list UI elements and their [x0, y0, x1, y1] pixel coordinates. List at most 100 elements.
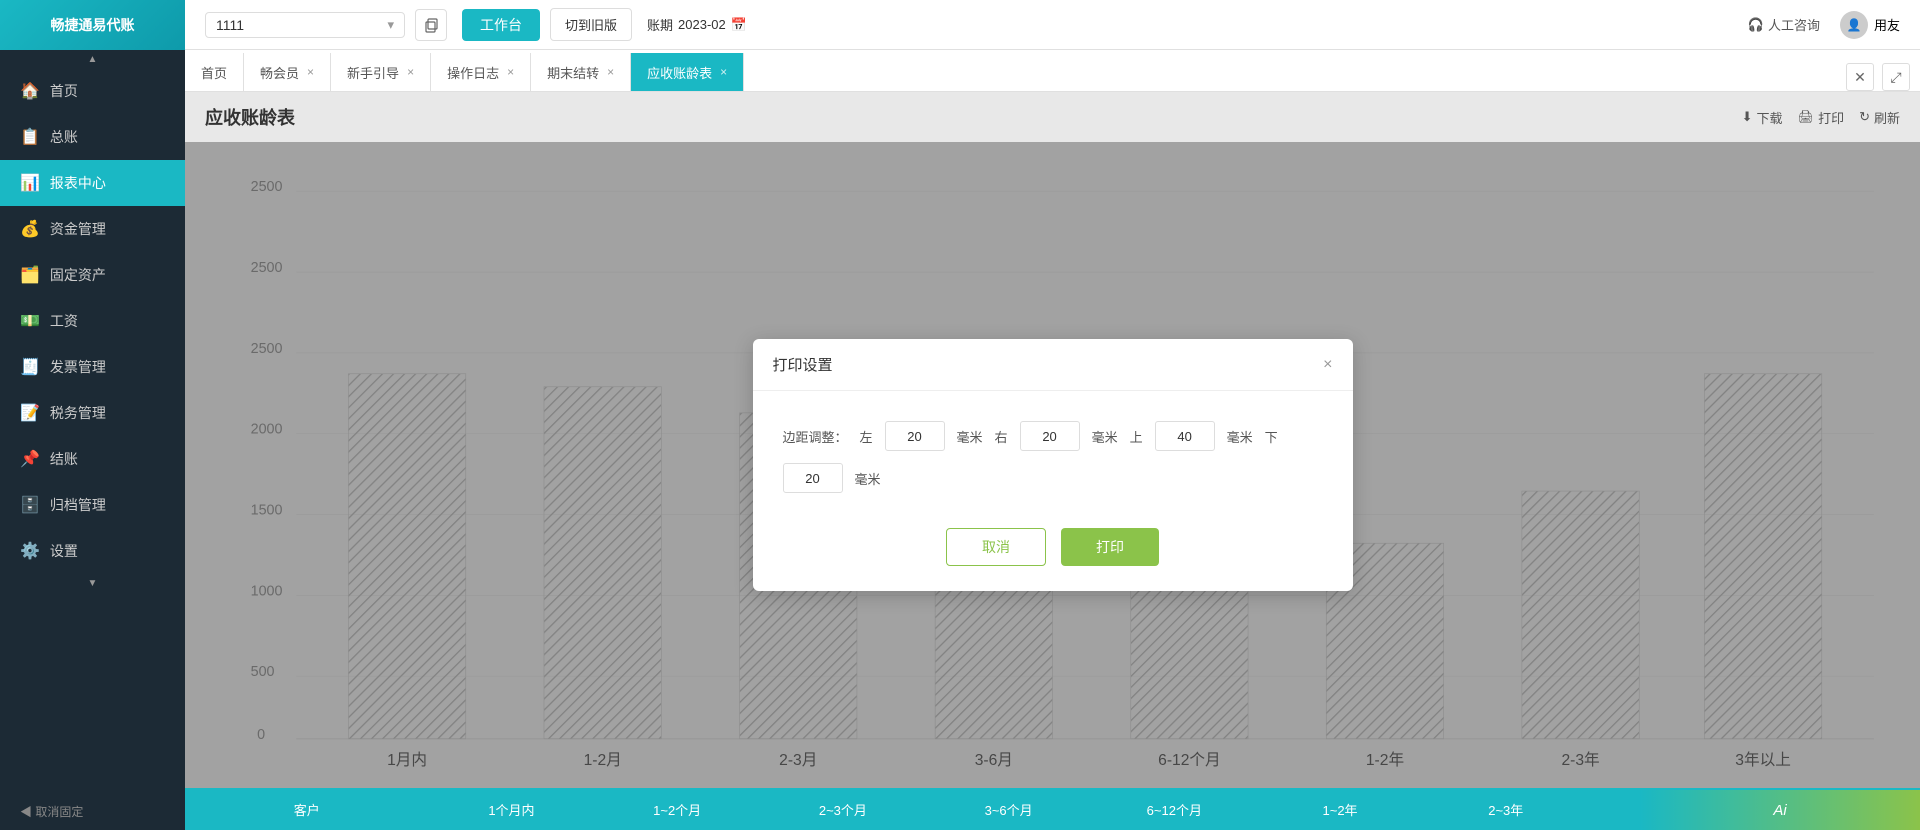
tab-home[interactable]: 首页 — [185, 53, 244, 91]
left-dir-label: 左 — [860, 427, 873, 446]
sidebar-item-label: 资金管理 — [50, 219, 106, 239]
download-label: 下载 — [1757, 108, 1783, 127]
sidebar-item-label: 首页 — [50, 81, 78, 101]
modal-title: 打印设置 — [773, 354, 833, 375]
tax-icon: 📝 — [20, 403, 40, 423]
refresh-icon: ↻ — [1859, 109, 1870, 125]
page-actions: ⬇ 下载 🖨 打印 ↻ 刷新 — [1742, 108, 1900, 127]
col-1-2month: 1~2个月 — [594, 800, 760, 819]
right-margin-input[interactable] — [1020, 421, 1080, 451]
user-area[interactable]: 👤 用友 — [1840, 11, 1900, 39]
closing-icon: 📌 — [20, 449, 40, 469]
sidebar-item-label: 工资 — [50, 311, 78, 331]
tab-period-end[interactable]: 期末结转 × — [531, 53, 631, 91]
avatar-icon: 👤 — [1847, 18, 1862, 32]
settings-icon: ⚙️ — [20, 541, 40, 561]
tab-close-member[interactable]: × — [307, 65, 314, 79]
top-unit-label: 毫米 — [1227, 427, 1253, 446]
tab-close-period-end[interactable]: × — [607, 65, 614, 79]
tab-label: 新手引导 — [347, 63, 399, 82]
main-layout: ▲ 🏠 首页 📋 总账 📊 报表中心 💰 资金管理 🗂️ 固定资产 💵 工资 🧾… — [0, 50, 1920, 830]
sidebar-item-ledger[interactable]: 📋 总账 — [0, 114, 185, 160]
tab-close-receivable[interactable]: × — [720, 65, 727, 79]
margin-label: 边距调整： — [783, 427, 848, 446]
calendar-icon[interactable]: 📅 — [731, 17, 747, 33]
avatar: 👤 — [1840, 11, 1868, 39]
top-header: 畅捷通易代账 1111 ▾ 工作台 切到旧版 账期 2023-02 📅 🎧 人工… — [0, 0, 1920, 50]
print-settings-dialog: 打印设置 × 边距调整： 左 毫米 右 毫米 — [753, 339, 1353, 591]
sidebar-item-assets[interactable]: 🗂️ 固定资产 — [0, 252, 185, 298]
help-button[interactable]: 🎧 人工咨询 — [1748, 15, 1820, 34]
close-tab-button[interactable]: ✕ — [1846, 63, 1874, 91]
sidebar-item-tax[interactable]: 📝 税务管理 — [0, 390, 185, 436]
tabs-bar: 首页 畅会员 × 新手引导 × 操作日志 × 期末结转 × 应收账龄表 × — [185, 50, 1920, 92]
switch-version-button[interactable]: 切到旧版 — [550, 8, 632, 41]
tab-member[interactable]: 畅会员 × — [244, 53, 331, 91]
print-button[interactable]: 🖨 打印 — [1798, 108, 1845, 127]
period-area: 账期 2023-02 📅 — [647, 15, 747, 34]
sidebar-item-funds[interactable]: 💰 资金管理 — [0, 206, 185, 252]
sidebar-item-invoice[interactable]: 🧾 发票管理 — [0, 344, 185, 390]
margin-row: 边距调整： 左 毫米 右 毫米 上 毫米 下 — [783, 421, 1323, 493]
workbench-button[interactable]: 工作台 — [462, 9, 540, 41]
tab-close-guide[interactable]: × — [407, 65, 414, 79]
headset-icon: 🎧 — [1748, 17, 1764, 33]
top-dir-label: 上 — [1130, 427, 1143, 446]
header-right: 🎧 人工咨询 👤 用友 — [1748, 11, 1900, 39]
tab-label: 应收账龄表 — [647, 63, 712, 82]
download-icon: ⬇ — [1742, 109, 1753, 125]
reports-icon: 📊 — [20, 173, 40, 193]
refresh-label: 刷新 — [1874, 108, 1900, 127]
right-dir-label: 右 — [995, 427, 1008, 446]
download-button[interactable]: ⬇ 下载 — [1742, 108, 1783, 127]
tab-close-oplog[interactable]: × — [507, 65, 514, 79]
sidebar-item-closing[interactable]: 📌 结账 — [0, 436, 185, 482]
modal-overlay: 打印设置 × 边距调整： 左 毫米 右 毫米 — [185, 142, 1920, 788]
bottom-unit-label: 毫米 — [855, 469, 881, 488]
content-area: 首页 畅会员 × 新手引导 × 操作日志 × 期末结转 × 应收账龄表 × — [185, 50, 1920, 830]
sidebar-item-reports[interactable]: 📊 报表中心 — [0, 160, 185, 206]
left-margin-input[interactable] — [885, 421, 945, 451]
company-select[interactable]: 1111 ▾ — [205, 12, 405, 38]
print-confirm-button[interactable]: 打印 — [1061, 528, 1159, 566]
bottom-margin-input[interactable] — [783, 463, 843, 493]
ai-assistant-bar[interactable]: Ai — [1640, 790, 1920, 830]
refresh-button[interactable]: ↻ 刷新 — [1859, 108, 1900, 127]
assets-icon: 🗂️ — [20, 265, 40, 285]
print-label: 打印 — [1818, 108, 1844, 127]
modal-footer: 取消 打印 — [753, 513, 1353, 591]
sidebar-scroll-up[interactable]: ▲ — [0, 50, 185, 68]
modal-close-button[interactable]: × — [1323, 356, 1332, 374]
tab-oplog[interactable]: 操作日志 × — [431, 53, 531, 91]
archive-icon: 🗄️ — [20, 495, 40, 515]
salary-icon: 💵 — [20, 311, 40, 331]
logo-text: 畅捷通易代账 — [51, 15, 135, 35]
sidebar-item-home[interactable]: 🏠 首页 — [0, 68, 185, 114]
sidebar-collapse-button[interactable]: ◀ 取消固定 — [0, 793, 185, 830]
bottom-dir-label: 下 — [1265, 427, 1278, 446]
sidebar-item-label: 税务管理 — [50, 403, 106, 423]
sidebar-item-salary[interactable]: 💵 工资 — [0, 298, 185, 344]
ledger-icon: 📋 — [20, 127, 40, 147]
sidebar-item-settings[interactable]: ⚙️ 设置 — [0, 528, 185, 574]
invoice-icon: 🧾 — [20, 357, 40, 377]
col-customer: 客户 — [185, 800, 429, 819]
tab-label: 首页 — [201, 63, 227, 82]
logo-area: 畅捷通易代账 — [0, 0, 185, 50]
tab-guide[interactable]: 新手引导 × — [331, 53, 431, 91]
user-label: 用友 — [1874, 15, 1900, 34]
tab-receivable[interactable]: 应收账龄表 × — [631, 53, 744, 91]
copy-icon[interactable] — [415, 9, 447, 41]
page-title: 应收账龄表 — [205, 104, 295, 130]
modal-body: 边距调整： 左 毫米 右 毫米 上 毫米 下 — [753, 391, 1353, 513]
sidebar-item-label: 归档管理 — [50, 495, 106, 515]
expand-tab-button[interactable]: ⤢ — [1882, 63, 1910, 91]
sidebar-item-label: 发票管理 — [50, 357, 106, 377]
right-unit-label: 毫米 — [1092, 427, 1118, 446]
top-margin-input[interactable] — [1155, 421, 1215, 451]
sidebar-scroll-down[interactable]: ▼ — [0, 574, 185, 592]
sidebar-item-label: 总账 — [50, 127, 78, 147]
sidebar-item-label: 固定资产 — [50, 265, 106, 285]
sidebar-item-archive[interactable]: 🗄️ 归档管理 — [0, 482, 185, 528]
cancel-button[interactable]: 取消 — [946, 528, 1046, 566]
